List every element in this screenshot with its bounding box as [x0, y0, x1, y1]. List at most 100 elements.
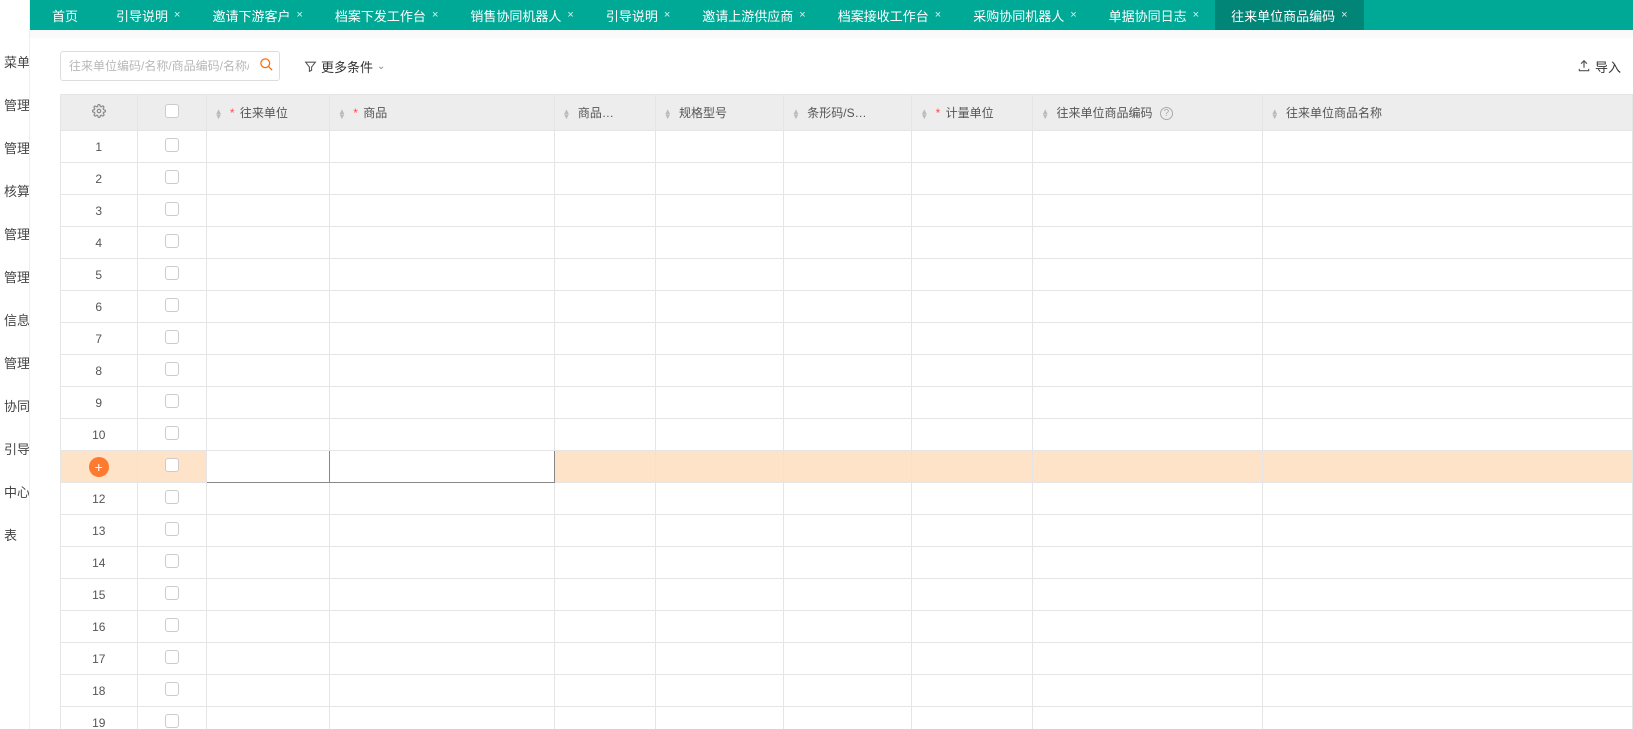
header-settings[interactable] [61, 95, 138, 131]
sidebar-item[interactable]: 管理 [0, 83, 29, 126]
tab[interactable]: 往来单位商品编码× [1215, 0, 1363, 30]
table-row[interactable]: 14 [61, 547, 1633, 579]
table-cell[interactable] [1033, 547, 1263, 579]
table-row[interactable]: 16 [61, 611, 1633, 643]
table-cell[interactable] [554, 451, 655, 483]
table-cell[interactable] [784, 227, 912, 259]
table-cell[interactable] [912, 323, 1033, 355]
table-row[interactable]: 15 [61, 579, 1633, 611]
table-cell[interactable] [1033, 323, 1263, 355]
table-cell[interactable] [784, 579, 912, 611]
table-cell[interactable] [206, 195, 329, 227]
table-cell[interactable] [554, 131, 655, 163]
table-cell[interactable] [912, 195, 1033, 227]
table-cell[interactable] [784, 259, 912, 291]
table-cell[interactable] [912, 579, 1033, 611]
table-cell[interactable] [1262, 515, 1632, 547]
search-input[interactable] [60, 51, 280, 81]
row-checkbox[interactable] [165, 618, 179, 632]
table-cell[interactable] [554, 675, 655, 707]
table-cell[interactable] [206, 163, 329, 195]
sidebar-item[interactable]: 管理 [0, 126, 29, 169]
table-cell[interactable] [554, 259, 655, 291]
table-cell[interactable] [1033, 451, 1263, 483]
table-cell[interactable] [655, 131, 783, 163]
row-checkbox[interactable] [165, 682, 179, 696]
table-cell[interactable] [912, 643, 1033, 675]
tab[interactable]: 首页 [30, 0, 100, 30]
sidebar-item[interactable]: 核算 [0, 169, 29, 212]
tab[interactable]: 引导说明× [100, 0, 196, 30]
table-row[interactable]: 2 [61, 163, 1633, 195]
row-checkbox[interactable] [165, 234, 179, 248]
row-checkbox[interactable] [165, 394, 179, 408]
table-cell[interactable] [554, 387, 655, 419]
table-cell[interactable] [1033, 675, 1263, 707]
table-cell[interactable] [912, 451, 1033, 483]
table-cell[interactable] [655, 483, 783, 515]
table-cell[interactable] [206, 323, 329, 355]
table-cell[interactable] [554, 579, 655, 611]
table-cell[interactable] [912, 259, 1033, 291]
table-row[interactable]: 8 [61, 355, 1633, 387]
table-cell[interactable] [1033, 131, 1263, 163]
help-icon[interactable]: ? [1160, 107, 1173, 120]
table-cell[interactable] [329, 611, 554, 643]
table-cell[interactable] [1262, 131, 1632, 163]
tab[interactable]: 档案接收工作台× [822, 0, 957, 30]
sidebar-item[interactable]: 引导 [0, 427, 29, 470]
close-icon[interactable]: × [664, 9, 670, 21]
table-cell[interactable] [784, 291, 912, 323]
table-cell[interactable] [784, 547, 912, 579]
table-cell[interactable] [655, 643, 783, 675]
row-checkbox[interactable] [165, 522, 179, 536]
table-cell[interactable] [206, 259, 329, 291]
table-cell[interactable] [784, 387, 912, 419]
row-checkbox[interactable] [165, 714, 179, 728]
table-cell[interactable] [206, 419, 329, 451]
table-cell[interactable] [1033, 291, 1263, 323]
table-cell[interactable] [655, 291, 783, 323]
header-select-all[interactable] [137, 95, 206, 131]
table-cell[interactable] [655, 419, 783, 451]
row-checkbox[interactable] [165, 426, 179, 440]
table-cell[interactable] [329, 547, 554, 579]
row-checkbox[interactable] [165, 170, 179, 184]
table-cell[interactable] [554, 643, 655, 675]
row-checkbox[interactable] [165, 202, 179, 216]
table-cell[interactable] [329, 163, 554, 195]
row-checkbox[interactable] [165, 298, 179, 312]
table-cell[interactable] [784, 195, 912, 227]
header-barcode[interactable]: ▲▼ 条形码/S… [784, 95, 912, 131]
close-icon[interactable]: × [935, 9, 941, 21]
table-cell[interactable] [655, 707, 783, 729]
table-cell[interactable] [655, 259, 783, 291]
table-cell[interactable] [655, 387, 783, 419]
table-cell[interactable] [912, 291, 1033, 323]
header-prodinfo[interactable]: ▲▼ 商品… [554, 95, 655, 131]
table-cell[interactable] [1262, 579, 1632, 611]
table-cell[interactable] [206, 291, 329, 323]
tab[interactable]: 销售协同机器人× [454, 0, 589, 30]
table-row[interactable]: 10 [61, 419, 1633, 451]
header-partner[interactable]: ▲▼ * 往来单位 [206, 95, 329, 131]
table-cell[interactable] [554, 291, 655, 323]
table-cell[interactable] [912, 675, 1033, 707]
add-row-button[interactable]: + [89, 457, 109, 477]
more-filter-button[interactable]: 更多条件 ⌄ [304, 57, 385, 76]
row-checkbox[interactable] [165, 330, 179, 344]
close-icon[interactable]: × [296, 9, 302, 21]
close-icon[interactable]: × [432, 9, 438, 21]
table-cell[interactable] [206, 355, 329, 387]
table-cell[interactable] [784, 643, 912, 675]
table-cell[interactable] [1262, 643, 1632, 675]
tab[interactable]: 邀请上游供应商× [686, 0, 821, 30]
sidebar-item[interactable]: 表 [0, 513, 29, 556]
table-cell[interactable] [1262, 163, 1632, 195]
table-cell[interactable] [329, 579, 554, 611]
select-all-checkbox[interactable] [165, 104, 179, 118]
row-checkbox[interactable] [165, 586, 179, 600]
table-cell[interactable] [1033, 195, 1263, 227]
table-cell[interactable] [912, 419, 1033, 451]
table-cell[interactable] [329, 355, 554, 387]
